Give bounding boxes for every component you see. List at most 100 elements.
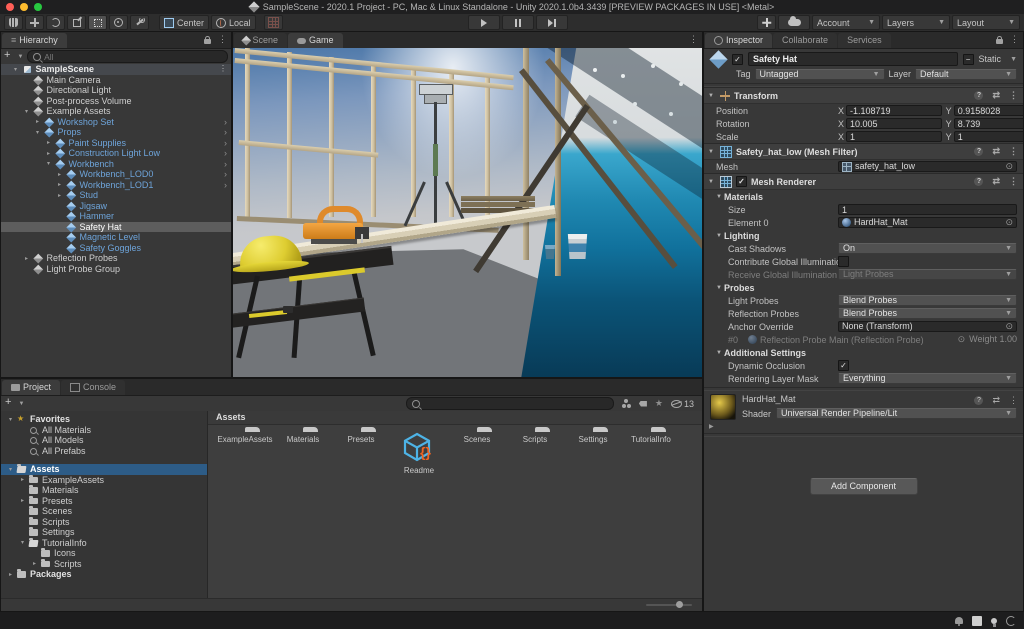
- transform-tool-button[interactable]: [109, 15, 128, 30]
- hidden-packages-toggle[interactable]: 13: [671, 399, 694, 409]
- search-by-label-icon[interactable]: [639, 401, 647, 407]
- element0-object-field[interactable]: HardHat_Mat⊙: [838, 217, 1017, 228]
- dynamic-occlusion-checkbox[interactable]: ✓: [838, 360, 849, 371]
- grid-status-icon[interactable]: [972, 616, 982, 626]
- hierarchy-item[interactable]: Magnetic Level ⋮: [1, 232, 231, 243]
- favorites-star-icon[interactable]: ★: [655, 398, 663, 409]
- foldout-arrow-icon[interactable]: ▼: [708, 93, 716, 99]
- hierarchy-item[interactable]: Directional Light ⋮: [1, 85, 231, 96]
- help-icon[interactable]: ?: [974, 91, 983, 100]
- object-picker-icon[interactable]: ⊙: [1005, 321, 1013, 332]
- presets-icon[interactable]: ⇄: [992, 146, 1000, 157]
- active-checkbox[interactable]: ✓: [732, 54, 743, 65]
- expand-arrow-icon[interactable]: [58, 192, 66, 199]
- project-tree-item[interactable]: ExampleAssets: [1, 475, 207, 486]
- project-tree-item[interactable]: All Prefabs: [1, 446, 207, 457]
- position-y-field[interactable]: 0.9158028: [954, 105, 1023, 116]
- asset-folder[interactable]: {} Scripts: [506, 431, 564, 475]
- component-menu-icon[interactable]: ⋮: [1009, 177, 1018, 186]
- project-tree-item[interactable]: Materials: [1, 485, 207, 496]
- expand-arrow-icon[interactable]: [47, 160, 55, 167]
- game-viewport[interactable]: [233, 48, 702, 377]
- scale-y-field[interactable]: 1: [954, 131, 1023, 142]
- tab-project[interactable]: Project: [2, 380, 60, 395]
- play-button[interactable]: [468, 15, 500, 30]
- expand-arrow-icon[interactable]: [58, 171, 66, 178]
- cast-shadows-dropdown[interactable]: On▼: [838, 243, 1017, 254]
- hierarchy-item[interactable]: Props ⋮: [1, 127, 231, 138]
- hierarchy-item[interactable]: Jigsaw ⋮: [1, 201, 231, 212]
- asset-folder[interactable]: {} Settings: [564, 431, 622, 475]
- hierarchy-item[interactable]: Workshop Set ⋮: [1, 117, 231, 128]
- asset-folder[interactable]: {} Readme: [390, 431, 448, 475]
- project-tree-item[interactable]: Favorites: [1, 414, 207, 425]
- object-picker-icon[interactable]: ⊙: [1005, 217, 1013, 228]
- tab-game[interactable]: Game: [288, 33, 343, 48]
- step-button[interactable]: [536, 15, 568, 30]
- hierarchy-search-input[interactable]: [44, 52, 222, 62]
- gameobject-name-field[interactable]: Safety Hat: [748, 52, 958, 66]
- hierarchy-item[interactable]: Example Assets ⋮: [1, 106, 231, 117]
- zoom-slider-knob[interactable]: [676, 601, 683, 608]
- presets-icon[interactable]: ⇄: [992, 90, 1000, 101]
- hierarchy-item[interactable]: Construction Light Low ⋮: [1, 148, 231, 159]
- bake-status-icon[interactable]: [991, 618, 997, 624]
- transform-component-header[interactable]: ▼ Transform ?⇄⋮: [704, 87, 1023, 104]
- tag-dropdown[interactable]: Untagged▼: [755, 69, 885, 80]
- hierarchy-item[interactable]: Workbench_LOD1 ⋮: [1, 180, 231, 191]
- asset-folder[interactable]: {} Materials: [274, 431, 332, 475]
- static-label[interactable]: Static: [979, 54, 1002, 64]
- rendering-layer-mask-dropdown[interactable]: Everything▼: [838, 373, 1017, 384]
- preview-packages-button[interactable]: [757, 15, 776, 30]
- project-tree-item[interactable]: Presets: [1, 496, 207, 507]
- create-object-button[interactable]: + ▼: [4, 50, 23, 63]
- asset-folder[interactable]: {} Presets: [332, 431, 390, 475]
- tab-inspector[interactable]: Inspector: [705, 33, 772, 48]
- hierarchy-item[interactable]: Stud ⋮: [1, 190, 231, 201]
- materials-foldout[interactable]: ▼Materials: [704, 190, 1023, 203]
- presets-icon[interactable]: ⇄: [992, 176, 1000, 187]
- expand-arrow-icon[interactable]: [9, 416, 17, 423]
- project-tree-item[interactable]: TutorialInfo: [1, 538, 207, 549]
- rotation-x-field[interactable]: 10.005: [846, 118, 942, 129]
- material-header[interactable]: HardHat_Mat Shader Universal Render Pipe…: [704, 391, 1023, 423]
- hand-tool-button[interactable]: [4, 15, 23, 30]
- hierarchy-item[interactable]: Paint Supplies ⋮: [1, 138, 231, 149]
- expand-arrow-icon[interactable]: [21, 476, 29, 483]
- mesh-filter-header[interactable]: ▼ Safety_hat_low (Mesh Filter) ?⇄⋮: [704, 143, 1023, 160]
- anchor-override-field[interactable]: None (Transform)⊙: [838, 321, 1017, 332]
- hierarchy-item[interactable]: SampleScene ⋮: [1, 64, 231, 75]
- search-by-type-icon[interactable]: [622, 399, 631, 408]
- chevron-down-icon[interactable]: ▼: [1010, 56, 1017, 63]
- material-preview-foldout[interactable]: ▶: [704, 423, 1023, 430]
- grid-snap-button[interactable]: [264, 15, 283, 30]
- hierarchy-item[interactable]: Main Camera ⋮: [1, 75, 231, 86]
- expand-arrow-icon[interactable]: [9, 571, 17, 578]
- hierarchy-item[interactable]: Workbench ⋮: [1, 159, 231, 170]
- expand-arrow-icon[interactable]: [47, 139, 55, 146]
- asset-folder[interactable]: {} ExampleAssets: [216, 431, 274, 475]
- mesh-object-field[interactable]: safety_hat_low⊙: [838, 161, 1017, 172]
- scale-tool-button[interactable]: [67, 15, 86, 30]
- project-tree-item[interactable]: Packages: [1, 569, 207, 580]
- hierarchy-item[interactable]: Light Probe Group ⋮: [1, 264, 231, 275]
- panel-menu-icon[interactable]: ⋮: [1010, 35, 1019, 44]
- project-tree-item[interactable]: Scripts: [1, 559, 207, 570]
- hierarchy-item[interactable]: Hammer ⋮: [1, 211, 231, 222]
- hierarchy-item[interactable]: Reflection Probes ⋮: [1, 253, 231, 264]
- foldout-arrow-icon[interactable]: ▼: [708, 179, 716, 185]
- project-tree-item[interactable]: All Materials: [1, 425, 207, 436]
- thumbnail-zoom-slider[interactable]: [646, 604, 692, 606]
- project-tree-item[interactable]: Settings: [1, 527, 207, 538]
- cloud-services-button[interactable]: [778, 15, 810, 30]
- assets-breadcrumb[interactable]: Assets: [208, 411, 702, 425]
- tab-services[interactable]: Services: [838, 33, 891, 48]
- project-search-input[interactable]: [423, 399, 608, 409]
- layer-dropdown[interactable]: Default▼: [915, 69, 1017, 80]
- pause-button[interactable]: [502, 15, 534, 30]
- hierarchy-item[interactable]: Safety Hat ⋮: [1, 222, 231, 233]
- project-tree-item[interactable]: Scenes: [1, 506, 207, 517]
- expand-arrow-icon[interactable]: [58, 181, 66, 188]
- project-tree-item[interactable]: Scripts: [1, 517, 207, 528]
- tab-collaborate[interactable]: Collaborate: [773, 33, 837, 48]
